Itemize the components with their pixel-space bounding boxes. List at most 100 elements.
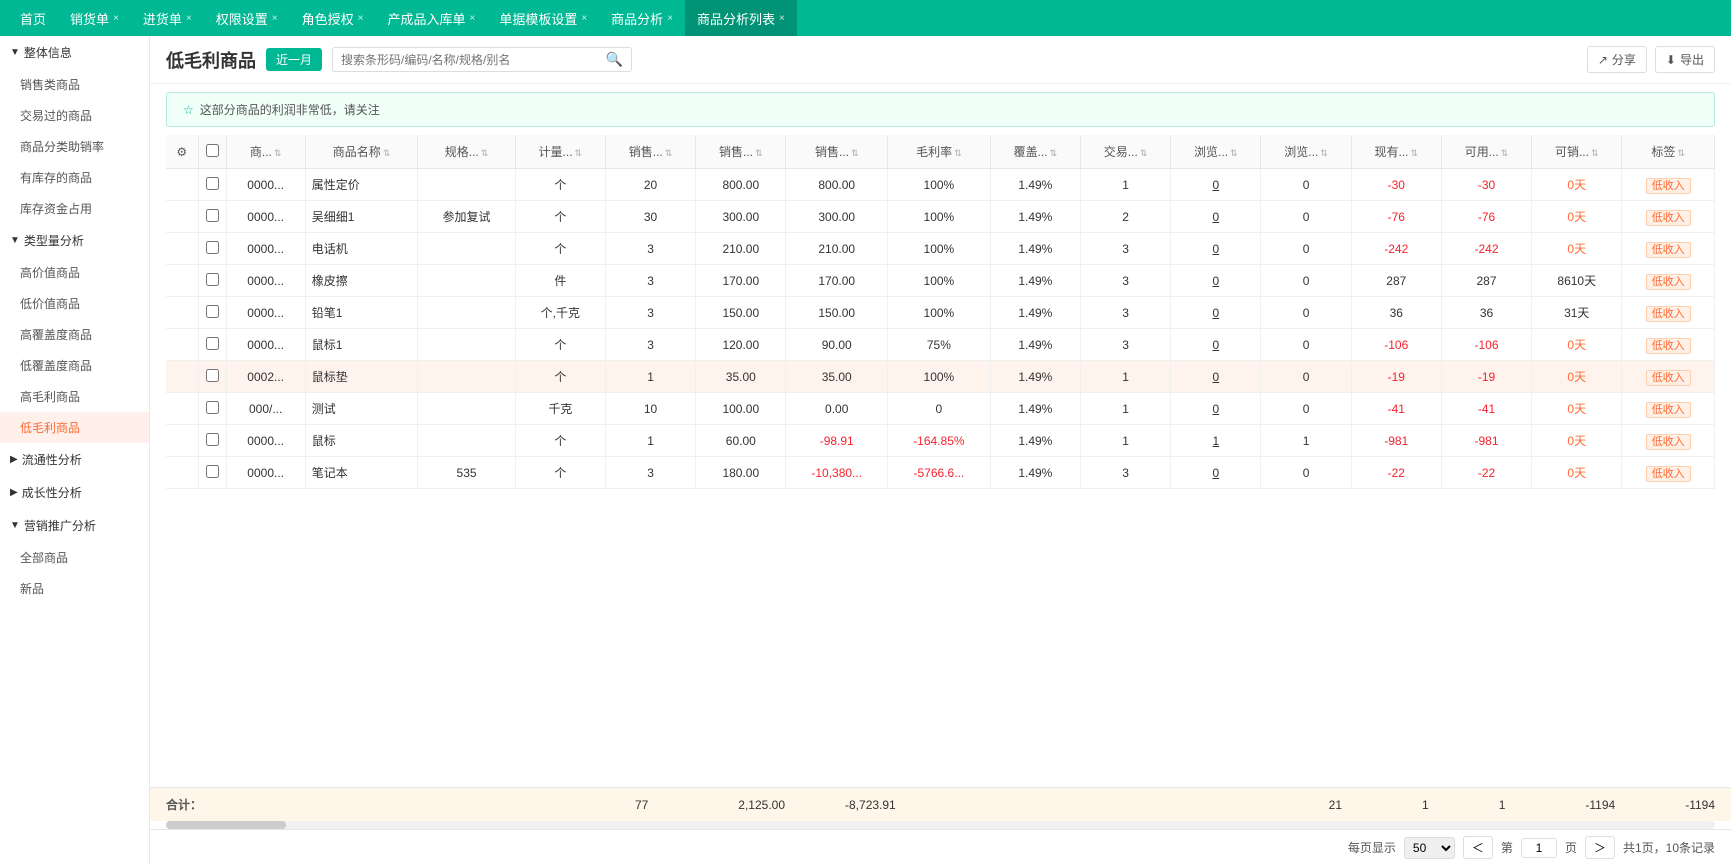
table-row: 0000... 笔记本 535 个 3 180.00 -10,380... -5…	[166, 457, 1715, 489]
row-select-checkbox[interactable]	[206, 433, 219, 446]
row-view1[interactable]: 0	[1171, 233, 1261, 265]
sidebar-item-all-products[interactable]: 全部商品	[0, 542, 149, 573]
row-checkbox[interactable]	[198, 233, 226, 265]
sidebar-section-type-analysis[interactable]: ▼ 类型量分析	[0, 224, 149, 257]
page-number-input[interactable]	[1521, 838, 1557, 858]
sidebar-item-in-stock[interactable]: 有库存的商品	[0, 162, 149, 193]
close-production-tab-icon[interactable]: ×	[469, 13, 475, 24]
row-select-checkbox[interactable]	[206, 241, 219, 254]
horizontal-scrollbar[interactable]	[166, 821, 1715, 829]
close-roles-tab-icon[interactable]: ×	[358, 13, 364, 24]
sidebar-item-low-coverage[interactable]: 低覆盖度商品	[0, 350, 149, 381]
close-template-tab-icon[interactable]: ×	[581, 13, 587, 24]
sidebar-item-high-value[interactable]: 高价值商品	[0, 257, 149, 288]
sidebar-item-sales-products[interactable]: 销售类商品	[0, 69, 149, 100]
sidebar-section-overall[interactable]: ▼ 整体信息	[0, 36, 149, 69]
sidebar-item-new-products[interactable]: 新品	[0, 573, 149, 604]
nav-item-permissions[interactable]: 权限设置 ×	[204, 0, 290, 36]
col-settings[interactable]: ⚙	[166, 135, 198, 169]
col-sales-amount[interactable]: 销售...⇅	[696, 135, 786, 169]
row-view1[interactable]: 0	[1171, 169, 1261, 201]
row-checkbox[interactable]	[198, 457, 226, 489]
row-select-checkbox[interactable]	[206, 337, 219, 350]
col-transaction[interactable]: 交易...⇅	[1080, 135, 1170, 169]
row-checkbox[interactable]	[198, 169, 226, 201]
row-view1[interactable]: 0	[1171, 457, 1261, 489]
row-checkbox[interactable]	[198, 425, 226, 457]
close-sales-tab-icon[interactable]: ×	[113, 13, 119, 24]
col-gross-margin[interactable]: 毛利率⇅	[888, 135, 991, 169]
sidebar-item-high-margin[interactable]: 高毛利商品	[0, 381, 149, 412]
nav-item-home[interactable]: 首页	[8, 0, 58, 36]
col-view1[interactable]: 浏览...⇅	[1171, 135, 1261, 169]
row-select-checkbox[interactable]	[206, 401, 219, 414]
search-input[interactable]	[341, 53, 606, 67]
sidebar-section-growth[interactable]: ▶ 成长性分析	[0, 476, 149, 509]
close-product-analysis-tab-icon[interactable]: ×	[667, 13, 673, 24]
col-current-stock[interactable]: 现有...⇅	[1351, 135, 1441, 169]
row-code: 0000...	[226, 201, 305, 233]
row-view1[interactable]: 0	[1171, 265, 1261, 297]
next-page-button[interactable]: ＞	[1585, 836, 1615, 859]
col-spec[interactable]: 规格...⇅	[418, 135, 515, 169]
nav-item-purchase[interactable]: 进货单 ×	[131, 0, 204, 36]
col-view2[interactable]: 浏览...⇅	[1261, 135, 1351, 169]
row-checkbox[interactable]	[198, 393, 226, 425]
nav-item-sales[interactable]: 销货单 ×	[58, 0, 131, 36]
col-saleable-days[interactable]: 可销...⇅	[1532, 135, 1622, 169]
row-view1[interactable]: 0	[1171, 201, 1261, 233]
nav-item-production[interactable]: 产成品入库单 ×	[375, 0, 487, 36]
sidebar-section-circulation[interactable]: ▶ 流通性分析	[0, 443, 149, 476]
close-list-tab-icon[interactable]: ×	[779, 13, 785, 24]
sidebar-item-category-rate[interactable]: 商品分类助销率	[0, 131, 149, 162]
col-check[interactable]	[198, 135, 226, 169]
row-select-checkbox[interactable]	[206, 305, 219, 318]
col-name[interactable]: 商品名称⇅	[305, 135, 418, 169]
close-purchase-tab-icon[interactable]: ×	[186, 13, 192, 24]
select-all-checkbox[interactable]	[206, 144, 219, 157]
row-select-checkbox[interactable]	[206, 209, 219, 222]
row-checkbox[interactable]	[198, 201, 226, 233]
row-view2: 0	[1261, 361, 1351, 393]
nav-item-roles[interactable]: 角色授权 ×	[290, 0, 376, 36]
sidebar-item-low-value[interactable]: 低价值商品	[0, 288, 149, 319]
prev-page-button[interactable]: ＜	[1463, 836, 1493, 859]
row-checkbox[interactable]	[198, 297, 226, 329]
sidebar-item-high-coverage[interactable]: 高覆盖度商品	[0, 319, 149, 350]
table-container[interactable]: ⚙ 商...⇅ 商品名称⇅ 规格...⇅ 计量...⇅ 销售...⇅ 销售...…	[150, 135, 1731, 787]
row-select-checkbox[interactable]	[206, 465, 219, 478]
search-icon[interactable]: 🔍	[606, 51, 623, 68]
col-sales-profit[interactable]: 销售...⇅	[786, 135, 888, 169]
nav-item-product-analysis[interactable]: 商品分析 ×	[599, 0, 685, 36]
share-button[interactable]: ↗ 分享	[1587, 46, 1647, 73]
col-code[interactable]: 商...⇅	[226, 135, 305, 169]
col-tag[interactable]: 标签⇅	[1622, 135, 1715, 169]
row-checkbox[interactable]	[198, 329, 226, 361]
sidebar-item-capital[interactable]: 库存资金占用	[0, 193, 149, 224]
col-unit[interactable]: 计量...⇅	[515, 135, 605, 169]
scrollbar-thumb[interactable]	[166, 821, 286, 829]
row-select-checkbox[interactable]	[206, 177, 219, 190]
close-permissions-tab-icon[interactable]: ×	[272, 13, 278, 24]
row-view1[interactable]: 1	[1171, 425, 1261, 457]
row-select-checkbox[interactable]	[206, 273, 219, 286]
nav-item-template[interactable]: 单据模板设置 ×	[487, 0, 599, 36]
sidebar-item-low-margin[interactable]: 低毛利商品	[0, 412, 149, 443]
row-saleable-days: 0天	[1532, 457, 1622, 489]
row-checkbox[interactable]	[198, 265, 226, 297]
sidebar-item-traded-products[interactable]: 交易过的商品	[0, 100, 149, 131]
filter-button[interactable]: 近一月	[266, 48, 322, 71]
row-view1[interactable]: 0	[1171, 297, 1261, 329]
row-checkbox[interactable]	[198, 361, 226, 393]
nav-item-product-analysis-list[interactable]: 商品分析列表 ×	[685, 0, 797, 36]
page-size-select[interactable]: 50 100 200	[1404, 837, 1455, 859]
col-coverage[interactable]: 覆盖...⇅	[990, 135, 1080, 169]
sidebar-section-marketing[interactable]: ▼ 营销推广分析	[0, 509, 149, 542]
row-view1[interactable]: 0	[1171, 329, 1261, 361]
export-button[interactable]: ⬇ 导出	[1655, 46, 1715, 73]
col-sales-qty[interactable]: 销售...⇅	[605, 135, 695, 169]
row-view1[interactable]: 0	[1171, 361, 1261, 393]
col-available-stock[interactable]: 可用...⇅	[1441, 135, 1531, 169]
row-select-checkbox[interactable]	[206, 369, 219, 382]
row-view1[interactable]: 0	[1171, 393, 1261, 425]
